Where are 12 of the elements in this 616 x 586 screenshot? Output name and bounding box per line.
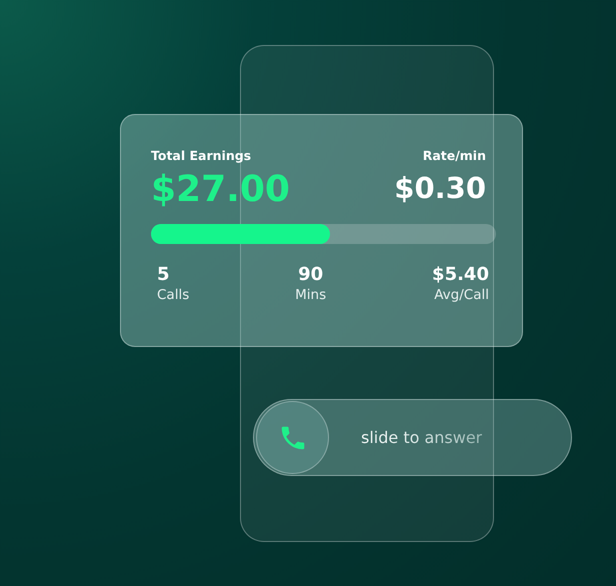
stat-value: $5.40 <box>432 264 489 285</box>
stat-label: Calls <box>157 287 190 303</box>
stat-value: 5 <box>157 264 170 285</box>
stat-label: Mins <box>295 287 326 303</box>
stat-value: 90 <box>298 264 324 285</box>
slide-to-answer-slider[interactable]: slide to answer <box>253 399 572 476</box>
earnings-label: Total Earnings <box>151 148 252 163</box>
rate-amount: $0.30 <box>394 171 486 205</box>
earnings-amount: $27.00 <box>151 169 290 210</box>
stat-label: Avg/Call <box>434 287 489 303</box>
rate-label: Rate/min <box>422 148 486 163</box>
answer-handle[interactable] <box>256 401 329 474</box>
